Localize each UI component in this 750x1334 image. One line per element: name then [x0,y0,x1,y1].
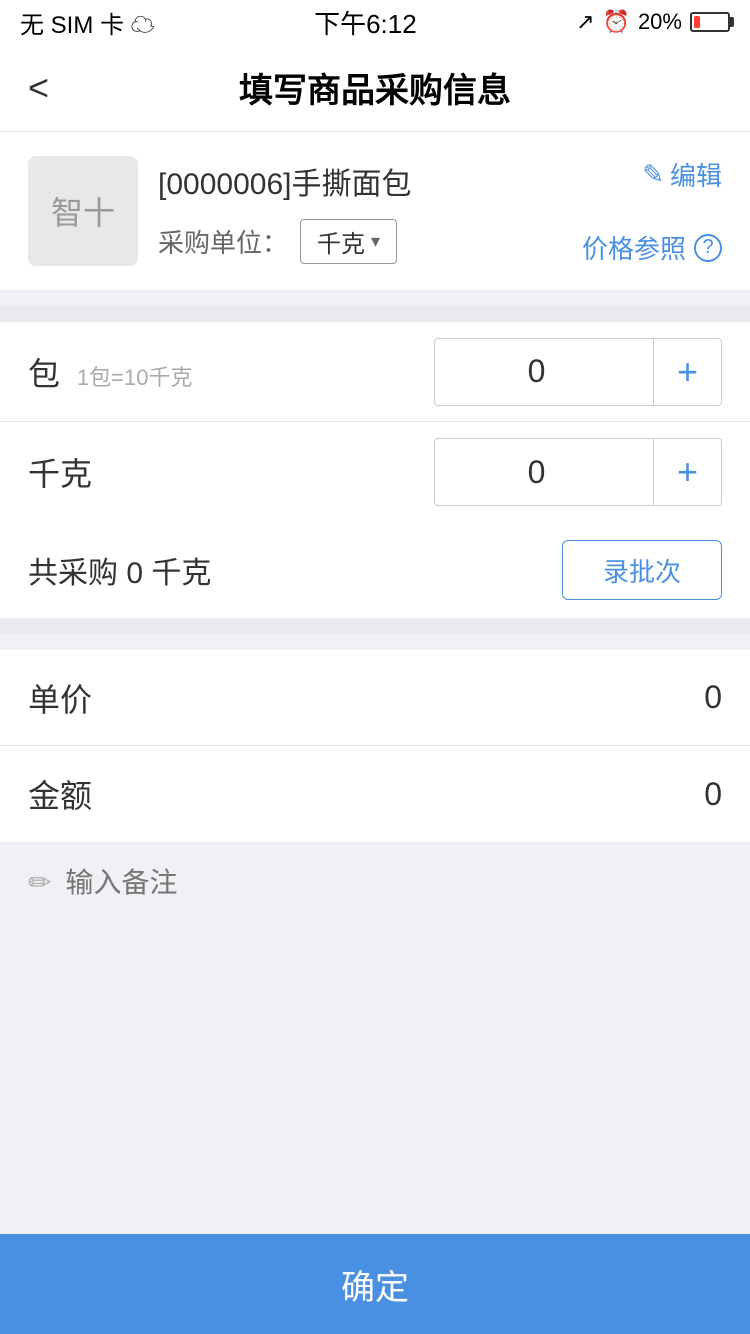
edit-button[interactable]: ✎ 编辑 [642,156,722,193]
total-label: 共采购 0 千克 [28,548,211,592]
bao-label: 包 1包=10千克 [28,349,434,395]
amount-value: 0 [704,776,722,813]
notes-input[interactable] [65,867,722,899]
unit-selector[interactable]: 千克 [300,219,397,264]
confirm-button[interactable]: 确定 [0,1234,750,1334]
amount-label: 金额 [28,771,92,817]
kg-row: 千克 + [0,422,750,522]
page-title: 填写商品采购信息 [239,63,511,112]
help-icon: ? [694,234,722,262]
amount-row: 金额 0 [0,746,750,842]
bao-sub: 1包=10千克 [77,365,193,390]
nav-bar: < 填写商品采购信息 [0,44,750,132]
product-name: [0000006]手撕面包 [158,159,722,203]
bao-row: 包 1包=10千克 + [0,322,750,422]
battery-percent: 20% [638,9,682,35]
price-ref-label: 价格参照 [582,229,686,266]
bao-input-wrapper: + [434,338,722,406]
edit-icon: ✎ [642,159,664,190]
section-divider-2 [0,618,750,634]
pencil-icon: ✏ [28,866,51,899]
back-button[interactable]: < [28,67,49,109]
total-row: 共采购 0 千克 录批次 [0,522,750,618]
product-image: 智十 [28,156,138,266]
price-section: 单价 0 金额 0 [0,650,750,842]
location-icon: ↗ [576,9,594,35]
status-right: ↗ ⏰ 20% [576,9,730,35]
unit-price-label: 单价 [28,675,92,721]
batch-button[interactable]: 录批次 [562,540,722,600]
kg-input[interactable] [434,438,654,506]
kg-label: 千克 [28,449,434,495]
unit-price-row: 单价 0 [0,650,750,746]
bao-plus-button[interactable]: + [654,338,722,406]
bao-input[interactable] [434,338,654,406]
kg-plus-button[interactable]: + [654,438,722,506]
price-reference-button[interactable]: 价格参照 ? [582,229,722,266]
product-logo-text: 智十 [51,188,115,234]
product-card: 智十 [0000006]手撕面包 采购单位： 千克 ✎ 编辑 价格参照 ? [0,132,750,290]
status-left: 无 SIM 卡 ☁ [20,5,155,40]
unit-label: 采购单位： [158,223,288,260]
content-spacer [0,923,750,1283]
battery-icon [690,12,730,32]
sim-label: 无 SIM 卡 ☁ [20,5,155,40]
section-divider-1 [0,306,750,322]
kg-input-wrapper: + [434,438,722,506]
status-bar: 无 SIM 卡 ☁ 下午6:12 ↗ ⏰ 20% [0,0,750,44]
unit-price-value: 0 [704,679,722,716]
status-time: 下午6:12 [314,4,417,41]
notes-section: ✏ [0,842,750,923]
input-section: 包 1包=10千克 + 千克 + [0,322,750,522]
alarm-icon: ⏰ [603,9,630,35]
confirm-label: 确定 [341,1260,409,1309]
